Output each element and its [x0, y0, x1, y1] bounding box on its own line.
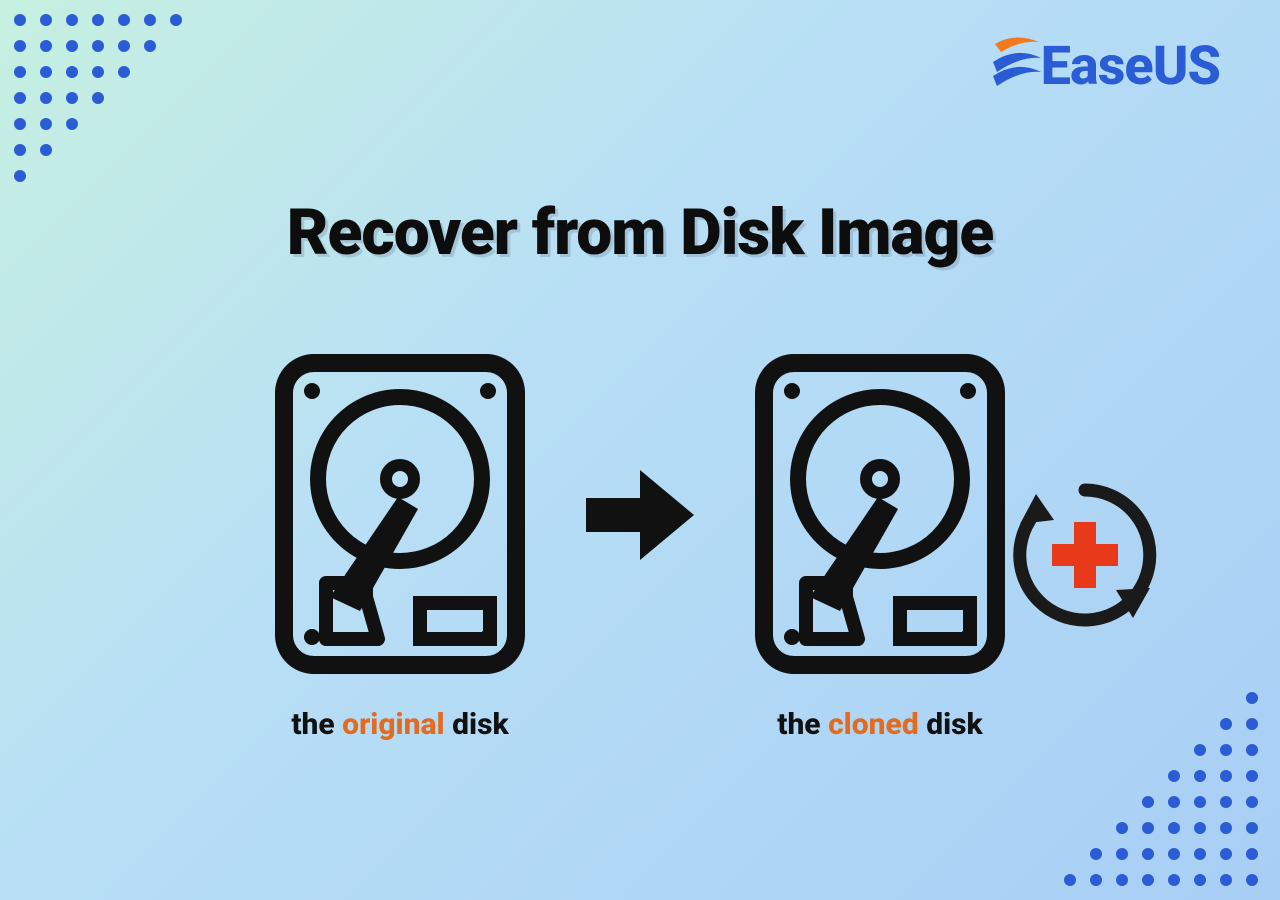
arrow-right-icon — [580, 460, 700, 570]
cloned-disk-caption: the cloned disk — [777, 707, 983, 742]
easeus-logo: EaseUS — [987, 30, 1220, 102]
original-disk-column: the original disk — [270, 349, 530, 742]
restore-icon — [1000, 470, 1170, 640]
hdd-icon-original — [270, 349, 530, 679]
decorative-dots-top-left — [10, 10, 200, 204]
logo-text: EaseUS — [1041, 35, 1220, 98]
logo-swoosh-icon — [987, 30, 1045, 102]
page-title: Recover from Disk Image — [287, 195, 993, 270]
hdd-icon-cloned — [750, 349, 1010, 679]
cloned-disk-column: the cloned disk — [750, 349, 1010, 742]
original-disk-caption: the original disk — [291, 707, 508, 742]
